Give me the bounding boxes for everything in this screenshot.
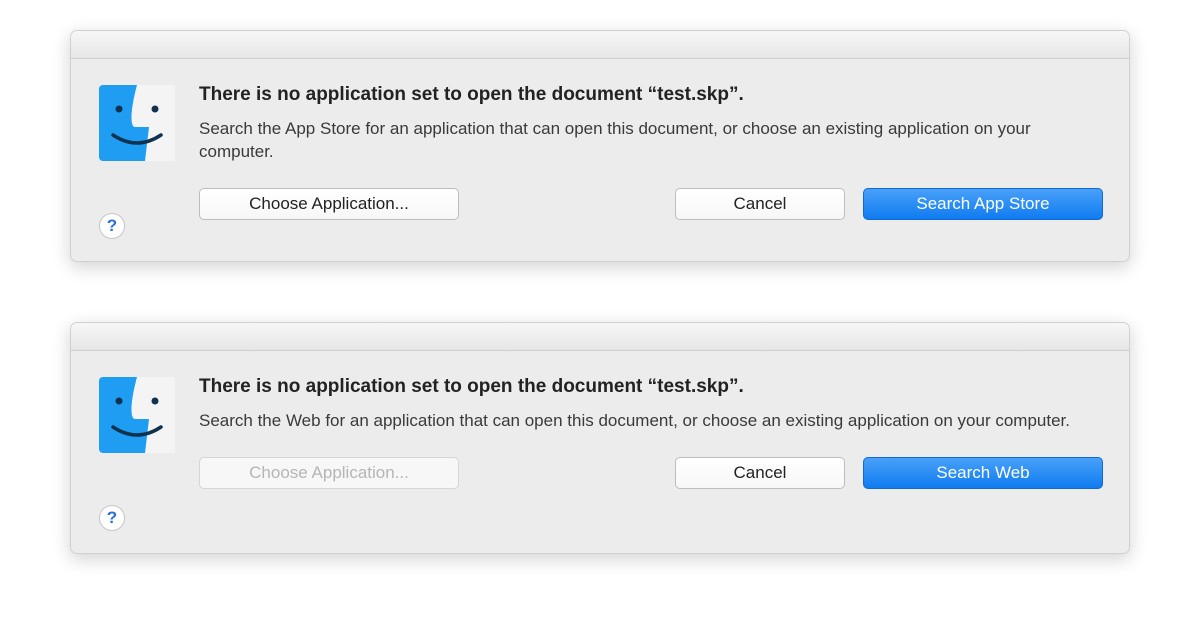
- finder-icon: [97, 83, 177, 163]
- finder-icon: [97, 375, 177, 455]
- dialog-body: ? There is no application set to open th…: [71, 351, 1129, 553]
- window-titlebar: [71, 323, 1129, 351]
- icon-column: ?: [97, 83, 177, 243]
- button-row: Choose Application... Cancel Search App …: [199, 188, 1103, 220]
- dialog-title: There is no application set to open the …: [199, 375, 1103, 400]
- content-column: There is no application set to open the …: [199, 83, 1103, 243]
- dialog-message: Search the Web for an application that c…: [199, 410, 1103, 433]
- choose-application-button[interactable]: Choose Application...: [199, 188, 459, 220]
- cancel-button[interactable]: Cancel: [675, 457, 845, 489]
- window-titlebar: [71, 31, 1129, 59]
- help-button[interactable]: ?: [99, 213, 125, 239]
- dialog-body: ? There is no application set to open th…: [71, 59, 1129, 261]
- dialog-no-application-search-web: ? There is no application set to open th…: [70, 322, 1130, 554]
- dialog-no-application-app-store: ? There is no application set to open th…: [70, 30, 1130, 262]
- help-button[interactable]: ?: [99, 505, 125, 531]
- search-web-button[interactable]: Search Web: [863, 457, 1103, 489]
- search-app-store-button[interactable]: Search App Store: [863, 188, 1103, 220]
- dialog-message: Search the App Store for an application …: [199, 118, 1103, 164]
- icon-column: ?: [97, 375, 177, 535]
- choose-application-button: Choose Application...: [199, 457, 459, 489]
- content-column: There is no application set to open the …: [199, 375, 1103, 535]
- cancel-button[interactable]: Cancel: [675, 188, 845, 220]
- button-row: Choose Application... Cancel Search Web: [199, 457, 1103, 489]
- dialog-title: There is no application set to open the …: [199, 83, 1103, 108]
